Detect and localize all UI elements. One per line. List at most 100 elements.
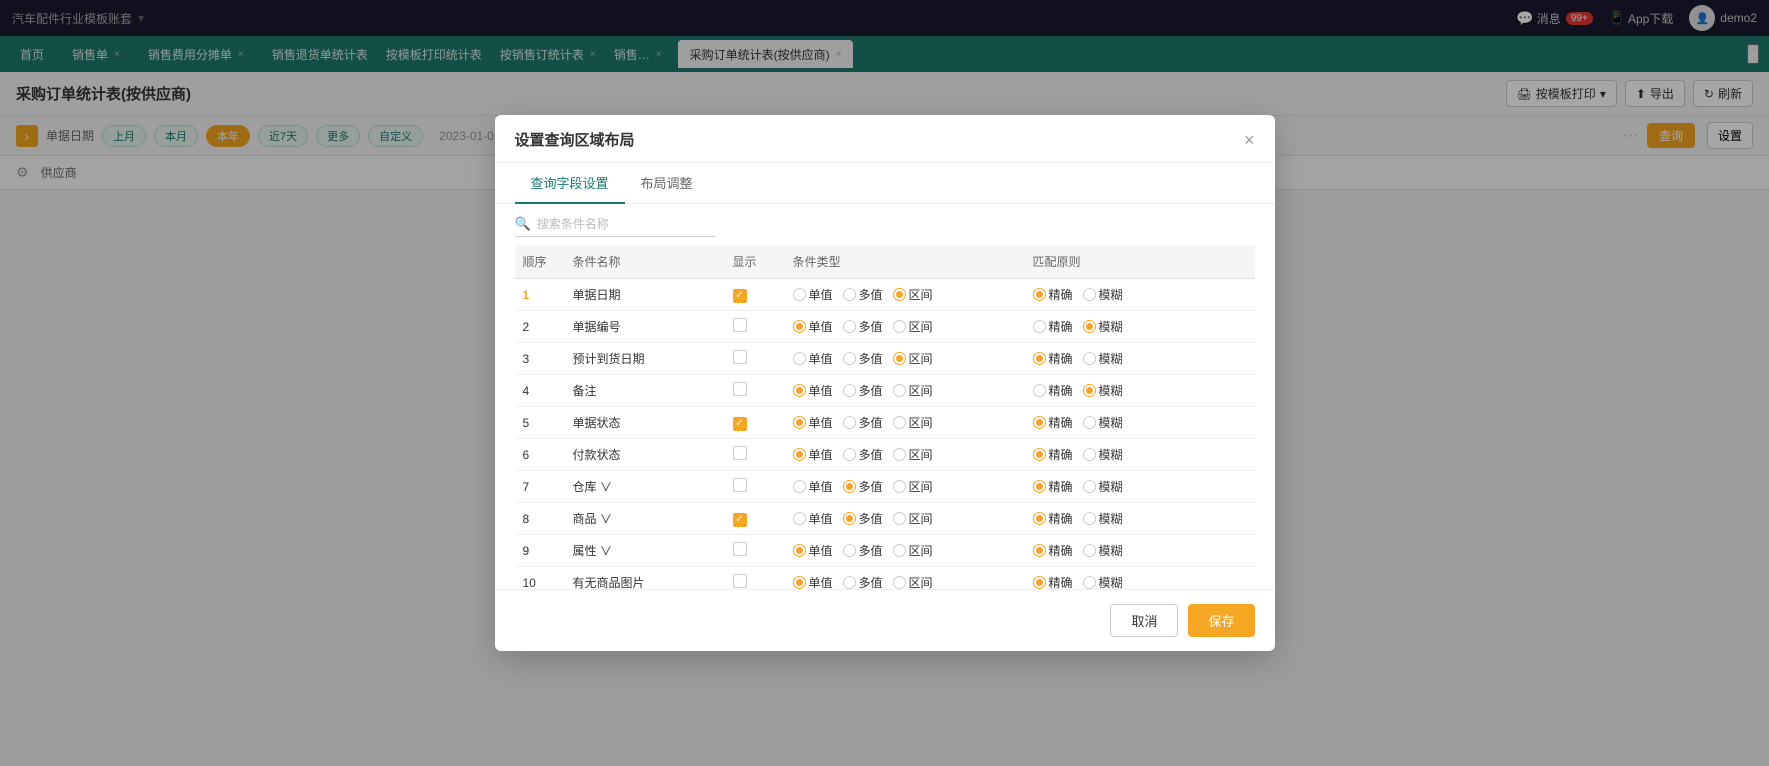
row-7-match-fuzzy[interactable]: 模糊 [1083,478,1123,495]
col-order: 顺序 [515,253,565,270]
radio-multi [843,320,856,333]
row-1-match-fuzzy[interactable]: 模糊 [1083,286,1123,303]
search-input[interactable] [537,217,697,231]
row-2-match-exact[interactable]: 精确 [1033,318,1073,335]
radio-single [793,576,806,589]
row-10-display-checkbox[interactable] [733,574,747,588]
row-3-match-exact[interactable]: 精确 [1033,350,1073,367]
row-7-display-checkbox[interactable] [733,478,747,492]
row-10-match-fuzzy[interactable]: 模糊 [1083,574,1123,589]
radio-exact [1033,416,1046,429]
row-9-type-range[interactable]: 区间 [893,542,933,559]
row-6-type-range[interactable]: 区间 [893,446,933,463]
table-row: 4 备注 单值 多值 区间 精确 模糊 [515,375,1255,407]
tab-layout[interactable]: 布局调整 [625,163,709,204]
row-3-type-single[interactable]: 单值 [793,350,833,367]
dialog-close-btn[interactable]: × [1244,131,1255,149]
row-8-type: 单值 多值 区间 [785,510,1025,527]
row-7-type-single[interactable]: 单值 [793,478,833,495]
row-8-display-checkbox[interactable] [733,513,747,527]
row-6-match-exact[interactable]: 精确 [1033,446,1073,463]
row-3-display-checkbox[interactable] [733,350,747,364]
row-9-type-multi[interactable]: 多值 [843,542,883,559]
cancel-btn[interactable]: 取消 [1110,604,1178,637]
row-5-display-checkbox[interactable] [733,417,747,431]
row-2-name: 单据编号 [565,318,725,335]
row-6-type-single[interactable]: 单值 [793,446,833,463]
radio-single [793,384,806,397]
radio-exact [1033,320,1046,333]
table-row: 8 商品 ∨ 单值 多值 区间 精确 模糊 [515,503,1255,535]
row-10-type-range[interactable]: 区间 [893,574,933,589]
dialog: 设置查询区域布局 × 查询字段设置 布局调整 🔍 顺序 条件名称 显示 条件类型… [495,115,1275,651]
row-1-type-multi[interactable]: 多值 [843,286,883,303]
row-2-display-checkbox[interactable] [733,318,747,332]
radio-multi [843,544,856,557]
row-3-type-range[interactable]: 区间 [893,350,933,367]
row-1-match-exact[interactable]: 精确 [1033,286,1073,303]
radio-exact [1033,384,1046,397]
row-10-match-exact[interactable]: 精确 [1033,574,1073,589]
row-7-type-multi[interactable]: 多值 [843,478,883,495]
row-1-type-range[interactable]: 区间 [893,286,933,303]
row-5-match-exact[interactable]: 精确 [1033,414,1073,431]
row-1-type-single[interactable]: 单值 [793,286,833,303]
row-2-match-fuzzy[interactable]: 模糊 [1083,318,1123,335]
radio-single [793,448,806,461]
row-4-order: 4 [523,384,530,398]
table-header: 顺序 条件名称 显示 条件类型 匹配原则 [515,245,1255,279]
radio-multi [843,352,856,365]
radio-range [893,448,906,461]
row-4-display-checkbox[interactable] [733,382,747,396]
row-1-match: 精确 模糊 [1025,286,1225,303]
radio-single [793,320,806,333]
row-7-match-exact[interactable]: 精确 [1033,478,1073,495]
row-9-type-single[interactable]: 单值 [793,542,833,559]
row-6-match-fuzzy[interactable]: 模糊 [1083,446,1123,463]
row-4-match-fuzzy[interactable]: 模糊 [1083,382,1123,399]
row-4-match-exact[interactable]: 精确 [1033,382,1073,399]
tab-query-fields[interactable]: 查询字段设置 [515,163,625,204]
row-10-order: 10 [523,576,536,590]
radio-fuzzy [1083,448,1096,461]
dialog-table: 顺序 条件名称 显示 条件类型 匹配原则 1 单据日期 单值 多值 区间 [495,245,1275,589]
row-5-type-multi[interactable]: 多值 [843,414,883,431]
row-5-type-range[interactable]: 区间 [893,414,933,431]
row-6-display-checkbox[interactable] [733,446,747,460]
row-8-match-fuzzy[interactable]: 模糊 [1083,510,1123,527]
row-5-match: 精确 模糊 [1025,414,1225,431]
row-1-display-checkbox[interactable] [733,289,747,303]
row-4-type-single[interactable]: 单值 [793,382,833,399]
save-btn[interactable]: 保存 [1188,604,1254,637]
table-row: 10 有无商品图片 单值 多值 区间 精确 模糊 [515,567,1255,589]
row-5-type-single[interactable]: 单值 [793,414,833,431]
table-row: 9 属性 ∨ 单值 多值 区间 精确 模糊 [515,535,1255,567]
row-6-type-multi[interactable]: 多值 [843,446,883,463]
row-9-match-fuzzy[interactable]: 模糊 [1083,542,1123,559]
row-3-match: 精确 模糊 [1025,350,1225,367]
row-3-name: 预计到货日期 [565,350,725,367]
col-display: 显示 [725,253,785,270]
row-3-type-multi[interactable]: 多值 [843,350,883,367]
row-2-type-range[interactable]: 区间 [893,318,933,335]
row-7-type-range[interactable]: 区间 [893,478,933,495]
row-5-match-fuzzy[interactable]: 模糊 [1083,414,1123,431]
radio-exact [1033,480,1046,493]
row-10-type-multi[interactable]: 多值 [843,574,883,589]
row-8-type-single[interactable]: 单值 [793,510,833,527]
row-3-match-fuzzy[interactable]: 模糊 [1083,350,1123,367]
radio-exact [1033,352,1046,365]
row-8-type-range[interactable]: 区间 [893,510,933,527]
row-2-type-single[interactable]: 单值 [793,318,833,335]
row-4-type-range[interactable]: 区间 [893,382,933,399]
row-3-type: 单值 多值 区间 [785,350,1025,367]
radio-single [793,352,806,365]
row-2-type-multi[interactable]: 多值 [843,318,883,335]
dialog-title: 设置查询区域布局 [515,129,635,150]
row-8-type-multi[interactable]: 多值 [843,510,883,527]
row-8-match-exact[interactable]: 精确 [1033,510,1073,527]
row-10-type-single[interactable]: 单值 [793,574,833,589]
row-4-type-multi[interactable]: 多值 [843,382,883,399]
row-9-match-exact[interactable]: 精确 [1033,542,1073,559]
row-9-display-checkbox[interactable] [733,542,747,556]
